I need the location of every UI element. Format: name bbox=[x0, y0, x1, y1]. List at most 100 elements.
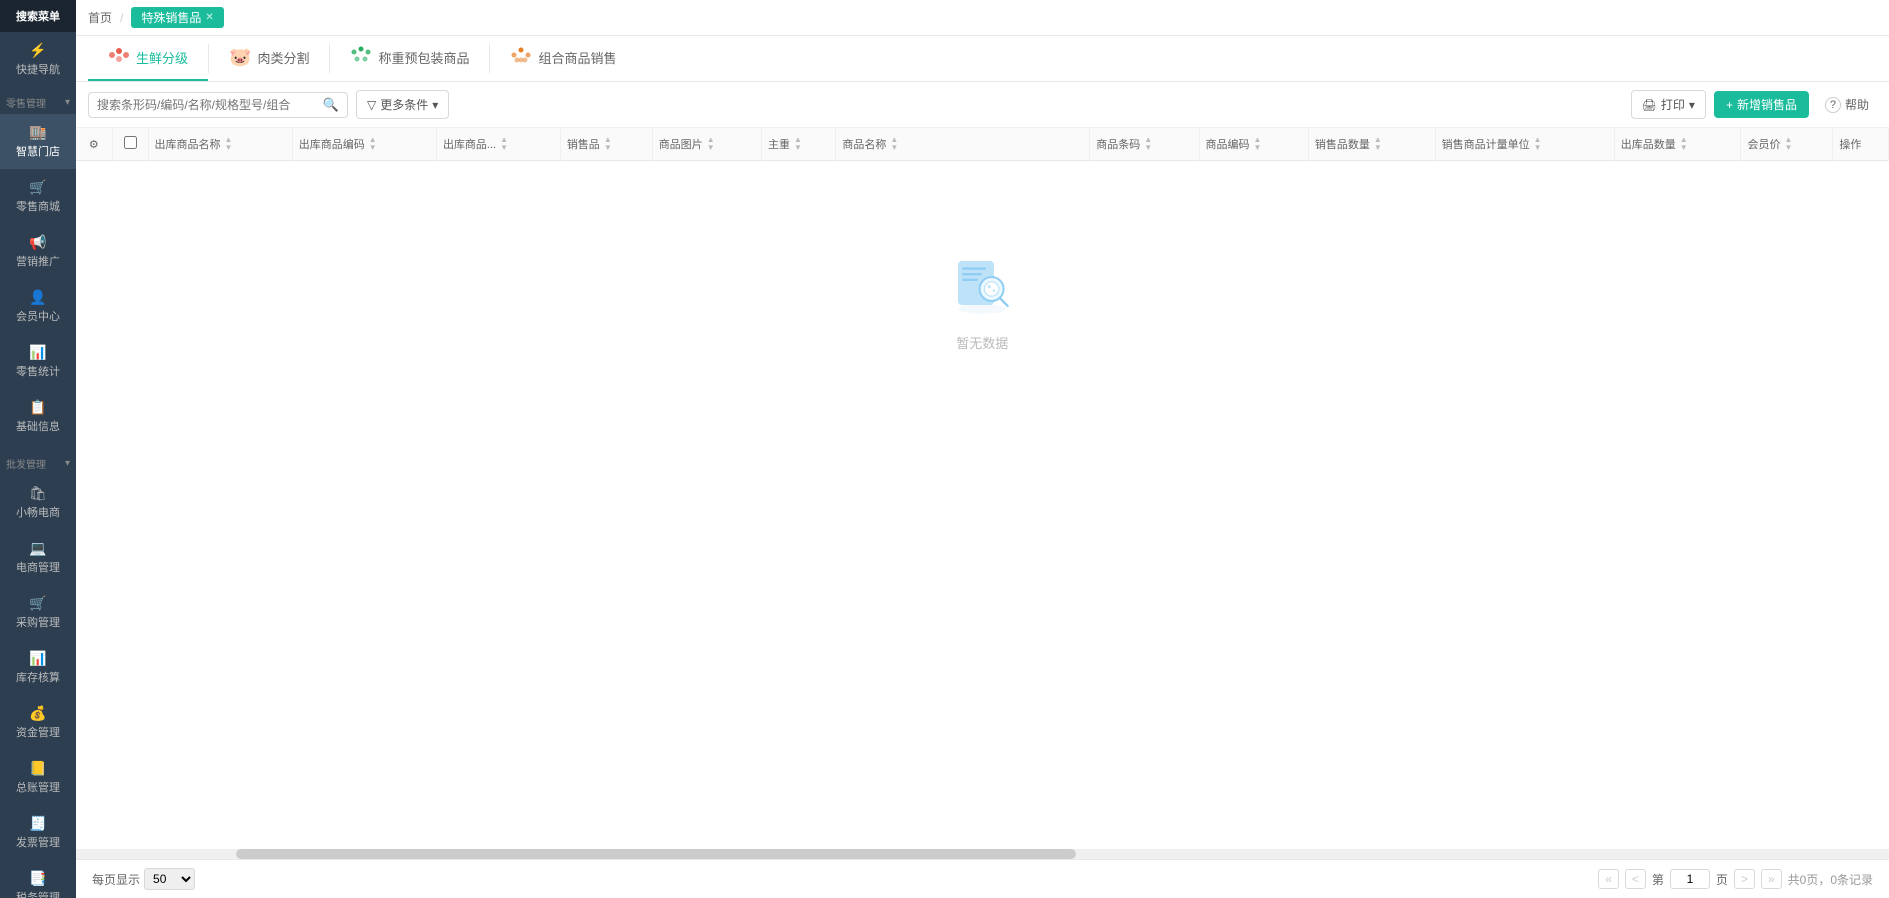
tab-scale-prepack-label: 称重预包装商品 bbox=[378, 48, 469, 67]
data-table: ⚙ 出库商品名称 ▲▼ 出库商品编码 ▲▼ bbox=[76, 128, 1889, 432]
scroll-thumb[interactable] bbox=[236, 849, 1076, 859]
per-page-select[interactable]: 50 100 200 bbox=[144, 868, 195, 890]
footer: 每页显示 50 100 200 « < 第 页 > » 共0页，0条记录 bbox=[76, 859, 1889, 898]
sort-arrows-weight[interactable]: ▲▼ bbox=[794, 136, 802, 152]
sidebar-item-purchase-mgmt[interactable]: 🛒 采购管理 bbox=[0, 585, 76, 640]
tab-scale-prepack[interactable]: 称重预包装商品 bbox=[330, 36, 489, 81]
retail-stats-icon: 📊 bbox=[29, 344, 46, 361]
sidebar-item-retail-stats[interactable]: 📊 零售统计 bbox=[0, 334, 76, 389]
th-settings[interactable]: ⚙ bbox=[76, 128, 112, 161]
purchase-mgmt-icon: 🛒 bbox=[29, 595, 46, 612]
empty-state-illustration bbox=[942, 241, 1022, 321]
combo-sale-icon bbox=[510, 46, 532, 69]
batch-mgmt-label: 批发管理 bbox=[6, 456, 46, 471]
sidebar-item-smart-store[interactable]: 🏬 智慧门店 bbox=[0, 114, 76, 169]
quick-nav-icon: ⚡ bbox=[29, 42, 46, 59]
th-outlet-spec-label: 出库商品... bbox=[443, 136, 496, 152]
sort-arrows-product-code[interactable]: ▲▼ bbox=[1254, 136, 1262, 152]
sort-arrows-barcode[interactable]: ▲▼ bbox=[1144, 136, 1152, 152]
sidebar-item-finance[interactable]: 💰 资金管理 bbox=[0, 695, 76, 750]
main-content: 首页 / 特殊销售品 ✕ 生鲜分级 🐷 肉类分割 bbox=[76, 0, 1889, 898]
th-sale-unit-label: 销售商品计量单位 bbox=[1442, 136, 1530, 152]
print-chevron-icon: ▾ bbox=[1689, 98, 1695, 112]
tab-combo-sale-label: 组合商品销售 bbox=[538, 48, 616, 67]
settings-icon[interactable]: ⚙ bbox=[89, 139, 99, 151]
sidebar-item-tax[interactable]: 📑 税务管理 bbox=[0, 860, 76, 898]
page-number-input[interactable] bbox=[1670, 869, 1710, 889]
sort-arrows-product-image[interactable]: ▲▼ bbox=[707, 136, 715, 152]
th-product-code-label: 商品编码 bbox=[1206, 136, 1250, 152]
new-sale-item-button[interactable]: + 新增销售品 bbox=[1714, 91, 1809, 118]
sidebar-item-ecom-mgmt[interactable]: 💻 电商管理 bbox=[0, 530, 76, 585]
sidebar-item-sales-promo[interactable]: 📢 营销推广 bbox=[0, 224, 76, 279]
th-barcode-label: 商品条码 bbox=[1096, 136, 1140, 152]
sidebar-item-label: 采购管理 bbox=[16, 614, 60, 630]
total-info: 共0页，0条记录 bbox=[1788, 871, 1873, 888]
sidebar-item-inventory[interactable]: 📊 库存核算 bbox=[0, 640, 76, 695]
sort-arrows-product-name[interactable]: ▲▼ bbox=[890, 136, 898, 152]
sidebar-item-label: 零售统计 bbox=[16, 363, 60, 379]
first-page-button[interactable]: « bbox=[1598, 869, 1619, 889]
sidebar-item-label: 税务管理 bbox=[16, 889, 60, 898]
th-actions-label: 操作 bbox=[1839, 139, 1861, 151]
retail-mgmt-label: 零售管理 bbox=[6, 95, 46, 110]
prev-page-button[interactable]: < bbox=[1625, 869, 1646, 889]
th-product-name-label: 商品名称 bbox=[842, 136, 886, 152]
horizontal-scroll[interactable] bbox=[76, 849, 1889, 859]
table-body: 暂无数据 bbox=[76, 161, 1889, 433]
retail-mall-icon: 🛒 bbox=[29, 179, 46, 196]
ecom-mgmt-icon: 💻 bbox=[29, 540, 46, 557]
sidebar-item-general-ledger[interactable]: 📒 总账管理 bbox=[0, 750, 76, 805]
sidebar-item-invoice[interactable]: 🧾 发票管理 bbox=[0, 805, 76, 860]
sort-arrows-outlet-qty[interactable]: ▲▼ bbox=[1680, 136, 1688, 152]
th-product-code: 商品编码 ▲▼ bbox=[1199, 128, 1308, 161]
sidebar-item-label: 小畅电商 bbox=[16, 504, 60, 520]
tab-fresh-grade[interactable]: 生鲜分级 bbox=[88, 36, 208, 81]
sidebar-item-label: 基础信息 bbox=[16, 418, 60, 434]
th-sale-product: 销售品 ▲▼ bbox=[560, 128, 652, 161]
last-page-button[interactable]: » bbox=[1761, 869, 1782, 889]
sort-arrows-member-price[interactable]: ▲▼ bbox=[1784, 136, 1792, 152]
home-breadcrumb[interactable]: 首页 bbox=[88, 9, 112, 26]
sort-arrows-sale-qty[interactable]: ▲▼ bbox=[1374, 136, 1382, 152]
th-checkbox[interactable] bbox=[112, 128, 148, 161]
sidebar-logo[interactable]: 搜索菜单 bbox=[0, 0, 76, 32]
th-product-image: 商品图片 ▲▼ bbox=[652, 128, 761, 161]
sidebar-item-retail-mall[interactable]: 🛒 零售商城 bbox=[0, 169, 76, 224]
sort-arrows-outlet-spec[interactable]: ▲▼ bbox=[500, 136, 508, 152]
sidebar-item-micro-store[interactable]: 🛍 小畅电商 bbox=[0, 475, 76, 530]
th-member-price: 会员价 ▲▼ bbox=[1741, 128, 1833, 161]
filter-label: 更多条件 bbox=[380, 96, 428, 113]
search-icon[interactable]: 🔍 bbox=[323, 97, 339, 113]
sidebar-item-label: 快捷导航 bbox=[16, 61, 60, 77]
th-outlet-qty-label: 出库品数量 bbox=[1621, 136, 1676, 152]
sidebar-item-members[interactable]: 👤 会员中心 bbox=[0, 279, 76, 334]
help-button[interactable]: ? 帮助 bbox=[1817, 91, 1877, 118]
sort-arrows-outlet-name[interactable]: ▲▼ bbox=[225, 136, 233, 152]
th-weight-label: 主重 bbox=[768, 136, 790, 152]
tab-combo-sale[interactable]: 组合商品销售 bbox=[490, 36, 636, 81]
sales-promo-icon: 📢 bbox=[29, 234, 46, 251]
sort-arrows-sale-product[interactable]: ▲▼ bbox=[604, 136, 612, 152]
sort-arrows-sale-unit[interactable]: ▲▼ bbox=[1534, 136, 1542, 152]
search-input[interactable] bbox=[97, 98, 319, 112]
tab-meat-split[interactable]: 🐷 肉类分割 bbox=[209, 36, 329, 81]
select-all-checkbox[interactable] bbox=[124, 136, 137, 149]
per-page-selector: 每页显示 50 100 200 bbox=[92, 868, 195, 890]
th-product-image-label: 商品图片 bbox=[659, 136, 703, 152]
tab-meat-split-label: 肉类分割 bbox=[257, 48, 309, 67]
th-outlet-code: 出库商品编码 ▲▼ bbox=[292, 128, 436, 161]
next-page-button[interactable]: > bbox=[1734, 869, 1755, 889]
sidebar-batch-mgmt-header[interactable]: 批发管理 ▾ bbox=[0, 448, 76, 475]
sidebar-retail-mgmt-header[interactable]: 零售管理 ▾ bbox=[0, 87, 76, 114]
filter-button[interactable]: ▽ 更多条件 ▾ bbox=[356, 90, 449, 119]
meat-split-icon: 🐷 bbox=[229, 47, 251, 68]
sidebar-item-quick-nav[interactable]: ⚡ 快捷导航 bbox=[0, 32, 76, 87]
sidebar: 搜索菜单 ⚡ 快捷导航 零售管理 ▾ 🏬 智慧门店 🛒 零售商城 📢 营销推广 … bbox=[0, 0, 76, 898]
toolbar: 🔍 ▽ 更多条件 ▾ 🖨 打印 ▾ + 新增销售品 ? 帮助 bbox=[76, 82, 1889, 128]
sidebar-item-label: 营销推广 bbox=[16, 253, 60, 269]
close-tab-button[interactable]: ✕ bbox=[205, 12, 213, 23]
print-button[interactable]: 🖨 打印 ▾ bbox=[1631, 90, 1706, 119]
sort-arrows-outlet-code[interactable]: ▲▼ bbox=[369, 136, 377, 152]
sidebar-item-basic-info-retail[interactable]: 📋 基础信息 bbox=[0, 389, 76, 444]
